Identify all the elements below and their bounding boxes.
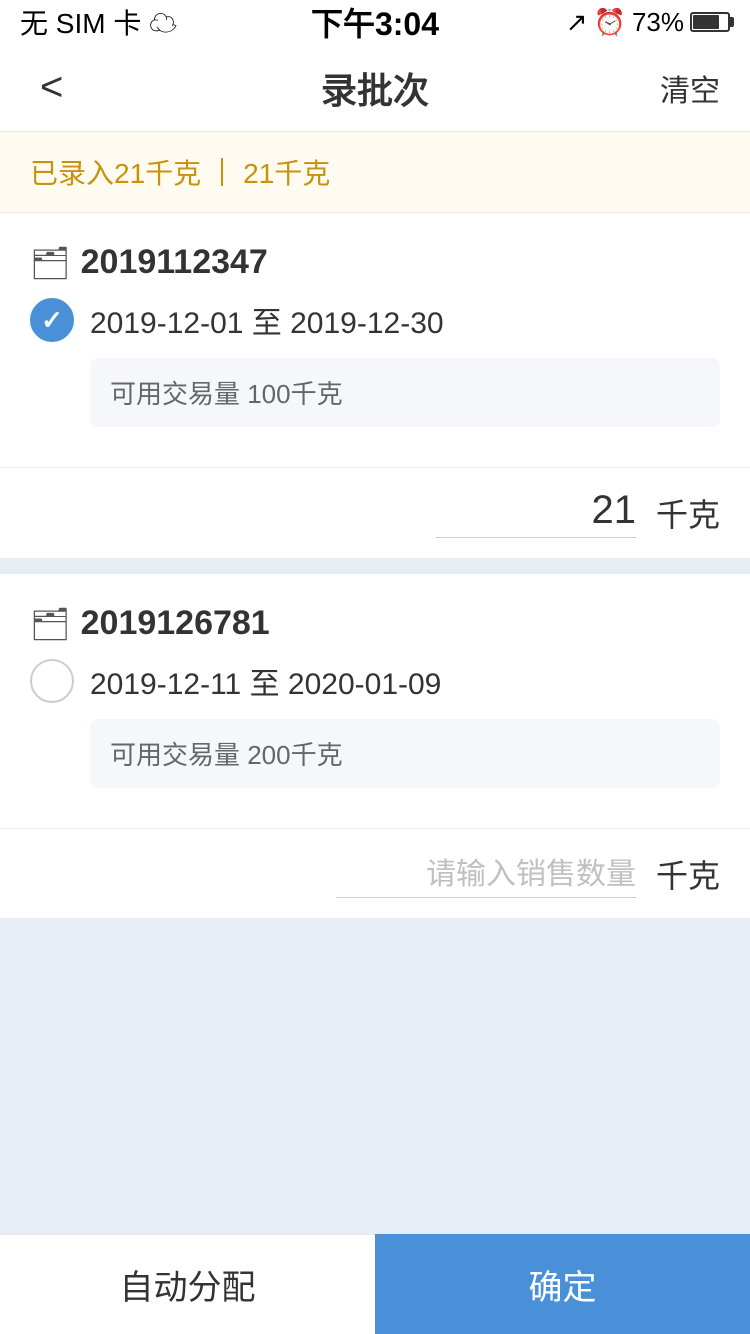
location-icon: ↗ [566,7,588,38]
batch-2-date: 2019-12-11 至 2020-01-09 [90,659,441,703]
confirm-button[interactable]: 确定 [375,1234,750,1334]
batch-1-row: 2019-12-01 至 2019-12-30 [30,298,720,342]
clear-button[interactable]: 清空 [660,66,720,110]
batch-1-quantity-row: 21 千克 [0,467,750,558]
batch-1-available: 可用交易量 100千克 [90,358,720,427]
no-sim-label: 无 SIM 卡 ☁ [20,2,177,42]
auto-distribute-button[interactable]: 自动分配 [0,1234,375,1334]
batch-2-quantity-input[interactable]: 请输入销售数量 [336,849,636,898]
status-left: 无 SIM 卡 ☁ [20,2,177,42]
nav-bar: < 录批次 清空 [0,44,750,132]
batch-2-header: 🗂 2019126781 [30,604,720,643]
batch-1-quantity-unit: 千克 [656,490,720,536]
batch-2-input-placeholder: 请输入销售数量 [426,849,636,893]
battery-icon [690,12,730,32]
status-right: ↗ ⏰ 73% [566,7,730,38]
batch-2-input-row: 请输入销售数量 千克 [0,828,750,918]
batch-2-row: 2019-12-11 至 2020-01-09 [30,659,720,703]
recorded-label: 已录入21千克 [30,152,201,192]
batch-1-quantity-input[interactable]: 21 [436,488,636,538]
back-button[interactable]: < [30,55,73,120]
page-title: 录批次 [321,62,429,114]
batch-1-icon: 🗂 [30,244,71,282]
batch-card-1: 🗂 2019112347 2019-12-01 至 2019-12-30 可用交… [0,213,750,467]
batch-2-icon: 🗂 [30,605,71,643]
bottom-actions: 自动分配 确定 [0,1234,750,1334]
batch-1-header: 🗂 2019112347 [30,243,720,282]
section-separator [0,558,750,574]
total-label: 21千克 [243,152,330,192]
summary-divider [221,158,223,186]
status-time: 下午3:04 [311,0,439,45]
batch-1-number: 2019112347 [81,243,268,282]
batch-1-checkbox[interactable] [30,298,74,342]
status-bar: 无 SIM 卡 ☁ 下午3:04 ↗ ⏰ 73% [0,0,750,44]
battery-percent: 73% [632,7,684,38]
summary-bar: 已录入21千克 21千克 [0,132,750,213]
batch-2-available: 可用交易量 200千克 [90,719,720,788]
batch-2-number: 2019126781 [81,604,270,643]
batch-2-input-unit: 千克 [656,851,720,897]
batch-1-date: 2019-12-01 至 2019-12-30 [90,298,444,342]
alarm-icon: ⏰ [594,7,626,38]
batch-1-quantity-value: 21 [591,488,636,532]
batch-2-checkbox[interactable] [30,659,74,703]
batch-card-2: 🗂 2019126781 2019-12-11 至 2020-01-09 可用交… [0,574,750,828]
